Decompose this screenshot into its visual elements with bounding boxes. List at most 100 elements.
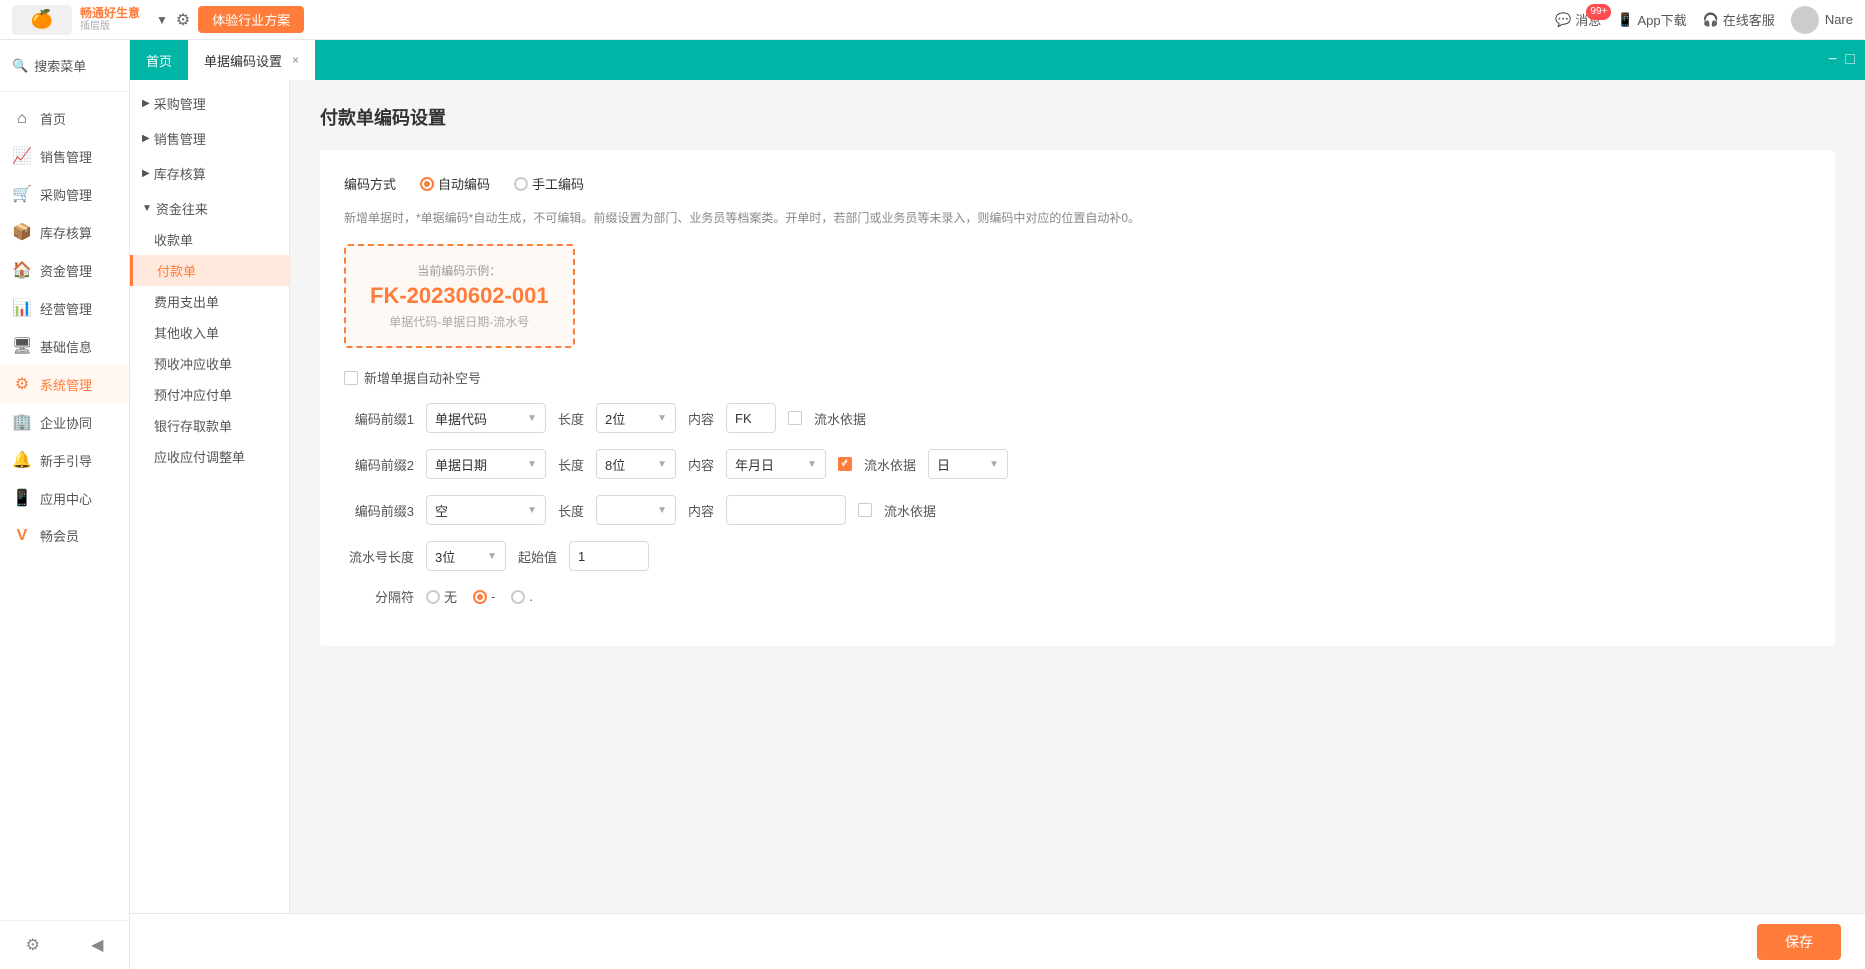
nav-item-guide[interactable]: 🔔 新手引导 [0, 441, 129, 479]
manual-encode-radio-icon [514, 177, 528, 191]
sidebar-leaf-prepay-receivable[interactable]: 预收冲应收单 [130, 348, 289, 379]
separator-dot-label: . [529, 589, 533, 604]
minimize-tab-button[interactable]: − [1828, 51, 1837, 69]
sidebar-section-capital-title[interactable]: ▼ 资金往来 [130, 193, 289, 224]
tab-encode-setting[interactable]: 单据编码设置 × [188, 40, 315, 80]
prefix2-unit-value: 日 [937, 455, 950, 474]
prefix1-select[interactable]: 单据代码 ▼ [426, 403, 546, 433]
left-nav: 🔍 搜索菜单 ⌂ 首页 📈 销售管理 🛒 采购管理 📦 库存核算 🏠 [0, 40, 130, 969]
manual-encode-radio[interactable]: 手工编码 [514, 174, 584, 193]
sales-icon: 📈 [12, 146, 32, 166]
auto-encode-radio[interactable]: 自动编码 [420, 174, 490, 193]
save-button[interactable]: 保存 [1757, 924, 1841, 960]
tab-close-icon[interactable]: × [292, 53, 299, 67]
secondary-sidebar: ▶ 采购管理 ▶ 销售管理 ▶ 库存核算 [130, 80, 290, 913]
tab-home[interactable]: 首页 [130, 40, 188, 80]
nav-item-member[interactable]: V 畅会员 [0, 517, 129, 554]
arrow-icon: ▶ [142, 98, 150, 109]
sidebar-leaf-prepay-payable[interactable]: 预付冲应付单 [130, 379, 289, 410]
preview-label: 当前编码示例： [370, 262, 549, 279]
home-tab-label: 首页 [146, 51, 172, 70]
sidebar-leaf-other-income[interactable]: 其他收入单 [130, 317, 289, 348]
start-value-input[interactable]: 1 [569, 541, 649, 571]
separator-dot[interactable]: . [511, 589, 533, 604]
prefix2-unit-select[interactable]: 日 ▼ [928, 449, 1008, 479]
app-download[interactable]: 📱 App下载 [1617, 10, 1686, 29]
sidebar-leaf-expense[interactable]: 费用支出单 [130, 286, 289, 317]
headset-icon: 🎧 [1703, 12, 1719, 28]
gear-icon[interactable]: ⚙ [176, 10, 190, 30]
tab-actions: − □ [1828, 51, 1865, 69]
prefix2-length-select[interactable]: 8位 ▼ [596, 449, 676, 479]
separator-hyphen[interactable]: - [473, 589, 495, 604]
trial-button[interactable]: 体验行业方案 [198, 6, 304, 33]
prefix2-select[interactable]: 单据日期 ▼ [426, 449, 546, 479]
nav-item-enterprise[interactable]: 🏢 企业协同 [0, 403, 129, 441]
sidebar-leaf-bank-deposit[interactable]: 银行存取款单 [130, 410, 289, 441]
prefix2-caret-icon: ▼ [527, 459, 537, 470]
serial-length-select[interactable]: 3位 ▼ [426, 541, 506, 571]
prefix2-unit-caret-icon: ▼ [989, 459, 999, 470]
dropdown-arrow-icon[interactable]: ▼ [156, 13, 168, 27]
online-service[interactable]: 🎧 在线客服 [1703, 10, 1775, 29]
section-label: 库存核算 [154, 164, 206, 183]
user-area[interactable]: Nare [1791, 6, 1853, 34]
prefix2-content-label: 内容 [688, 455, 714, 474]
prefix1-serial-checkbox[interactable] [788, 411, 802, 425]
nav-item-purchase[interactable]: 🛒 采购管理 [0, 175, 129, 213]
nav-item-sales[interactable]: 📈 销售管理 [0, 137, 129, 175]
prefix1-row: 编码前缀1 单据代码 ▼ 长度 2位 ▼ 内容 FK [344, 403, 1811, 433]
prefix3-select[interactable]: 空 ▼ [426, 495, 546, 525]
prefix2-serial-checkmark: ✓ [841, 459, 849, 470]
nav-label: 系统管理 [40, 375, 92, 394]
settings-bottom-icon[interactable]: ⚙ [20, 929, 46, 961]
sidebar-section-purchase-title[interactable]: ▶ 采购管理 [130, 88, 289, 119]
maximize-tab-button[interactable]: □ [1845, 51, 1855, 69]
auto-fill-checkbox[interactable] [344, 371, 358, 385]
member-icon: V [12, 527, 32, 545]
prefix1-length-select[interactable]: 2位 ▼ [596, 403, 676, 433]
prefix2-serial-checkbox[interactable]: ✓ [838, 457, 852, 471]
nav-item-home[interactable]: ⌂ 首页 [0, 100, 129, 137]
sidebar-leaf-ap-adjust[interactable]: 应收应付调整单 [130, 441, 289, 472]
serial-length-value: 3位 [435, 547, 455, 566]
prefix1-value: 单据代码 [435, 409, 487, 428]
nav-label: 经营管理 [40, 299, 92, 318]
prefix3-serial-checkbox[interactable] [858, 503, 872, 517]
nav-item-apps[interactable]: 📱 应用中心 [0, 479, 129, 517]
separator-none-radio-icon [426, 590, 440, 604]
avatar [1791, 6, 1819, 34]
sidebar-section-sales-title[interactable]: ▶ 销售管理 [130, 123, 289, 154]
prefix2-content-select[interactable]: 年月日 ▼ [726, 449, 826, 479]
nav-item-basic[interactable]: 🖥 基础信息 [0, 327, 129, 365]
prefix1-length-value: 2位 [605, 409, 625, 428]
sidebar-leaf-receipt[interactable]: 收款单 [130, 224, 289, 255]
encode-tab-label: 单据编码设置 [204, 51, 282, 70]
nav-item-operations[interactable]: 📊 经营管理 [0, 289, 129, 327]
sidebar-section-inventory-title[interactable]: ▶ 库存核算 [130, 158, 289, 189]
preview-box: 当前编码示例： FK-20230602-001 单据代码-单据日期-流水号 [344, 244, 575, 348]
prefix3-label: 编码前缀3 [344, 501, 414, 520]
nav-item-system[interactable]: ⚙ 系统管理 [0, 365, 129, 403]
nav-label: 应用中心 [40, 489, 92, 508]
preview-code: FK-20230602-001 [370, 283, 549, 309]
prefix3-length-select[interactable]: ▼ [596, 495, 676, 525]
prefix3-content-input [726, 495, 846, 525]
basic-icon: 🖥 [12, 336, 32, 356]
prefix1-content-value: FK [735, 411, 752, 426]
section-label: 销售管理 [154, 129, 206, 148]
app-logo: 🍊 [12, 5, 72, 35]
nav-item-finance[interactable]: 🏠 资金管理 [0, 251, 129, 289]
settings-card: 编码方式 自动编码 手工编码 新增单据时，*单据编码*自动生成，不可编辑。前缀设… [320, 150, 1835, 646]
nav-item-inventory[interactable]: 📦 库存核算 [0, 213, 129, 251]
separator-none[interactable]: 无 [426, 587, 457, 606]
message-badge[interactable]: 💬 消息 99+ [1555, 10, 1601, 29]
collapse-icon[interactable]: ◀ [85, 929, 109, 961]
separator-dot-radio-icon [511, 590, 525, 604]
service-label: 在线客服 [1723, 10, 1775, 29]
search-menu[interactable]: 🔍 搜索菜单 [0, 50, 129, 81]
page-title: 付款单编码设置 [320, 104, 1835, 130]
sidebar-leaf-payment[interactable]: 付款单 [130, 255, 289, 286]
nav-label: 采购管理 [40, 185, 92, 204]
serial-length-row: 流水号长度 3位 ▼ 起始值 1 [344, 541, 1811, 571]
